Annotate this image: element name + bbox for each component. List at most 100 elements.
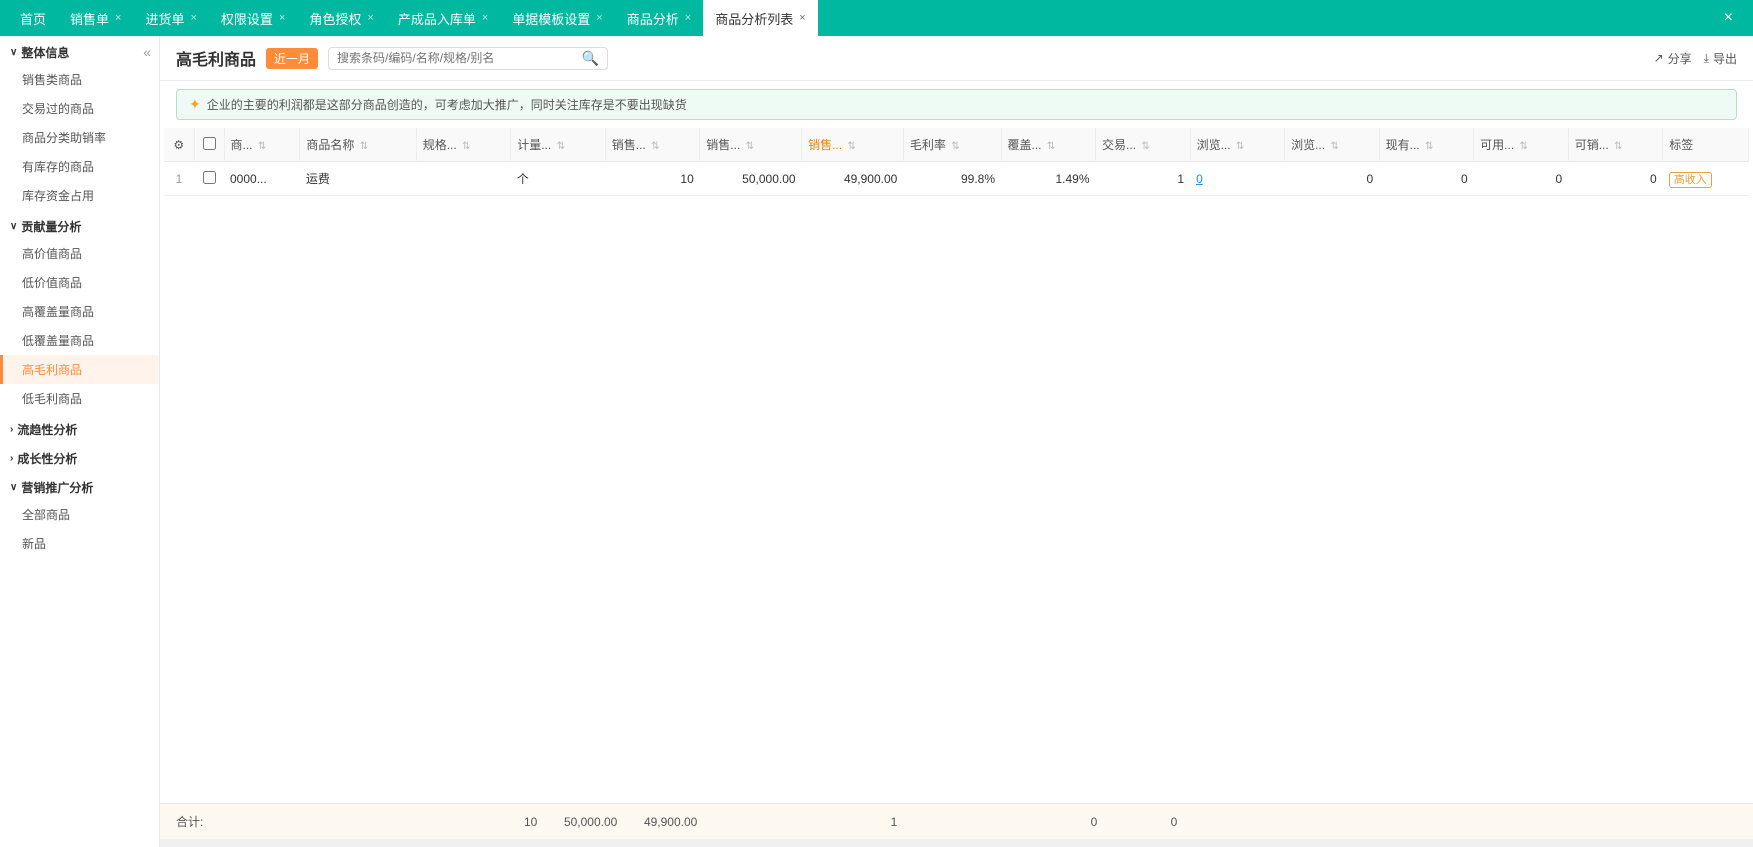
sidebar-collapse-button[interactable]: « — [143, 44, 151, 60]
sidebar-group-overall[interactable]: ∨ 整体信息 — [0, 36, 159, 65]
close-icon[interactable]: × — [685, 12, 691, 24]
row-gross-rate: 99.8% — [903, 162, 1001, 196]
close-icon[interactable]: × — [482, 12, 488, 24]
sidebar-group-trend[interactable]: › 流趋性分析 — [0, 413, 159, 442]
footer-label: 合计: — [176, 813, 203, 830]
nav-product-analysis-list[interactable]: 商品分析列表 × — [703, 0, 817, 36]
row-sellable: 0 — [1568, 162, 1663, 196]
row-name: 运费 — [300, 162, 416, 196]
row-checkbox — [194, 162, 224, 196]
row-sales-qty: 10 — [605, 162, 700, 196]
col-code[interactable]: 商... ⇅ — [224, 128, 300, 162]
nav-template-settings[interactable]: 单据模板设置 × — [500, 0, 614, 36]
horizontal-scrollbar[interactable] — [160, 839, 1753, 847]
sidebar-item-new-goods[interactable]: 新品 — [0, 529, 159, 558]
row-tag: 高收入 — [1663, 162, 1749, 196]
col-stock[interactable]: 现有... ⇅ — [1379, 128, 1474, 162]
col-name[interactable]: 商品名称 ⇅ — [300, 128, 416, 162]
content-header: 高毛利商品 近一月 🔍 ↗ 分享 ⤓ 导出 — [160, 36, 1753, 81]
row-coverage: 1.49% — [1001, 162, 1096, 196]
col-tag[interactable]: 标签 — [1663, 128, 1749, 162]
col-transactions[interactable]: 交易... ⇅ — [1096, 128, 1191, 162]
col-browse-a[interactable]: 浏览... ⇅ — [1190, 128, 1285, 162]
col-browse-b[interactable]: 浏览... ⇅ — [1285, 128, 1380, 162]
nav-purchase-order[interactable]: 进货单 × — [133, 0, 208, 36]
col-available[interactable]: 可用... ⇅ — [1474, 128, 1569, 162]
sidebar-item-high-coverage[interactable]: 高覆盖量商品 — [0, 297, 159, 326]
row-sales-amt: 50,000.00 — [700, 162, 802, 196]
table-header-row: ⚙ 商... ⇅ 商品名称 ⇅ 规格... ⇅ 计量... ⇅ 销售... ⇅ … — [164, 128, 1749, 162]
row-select-checkbox[interactable] — [203, 171, 216, 184]
search-icon[interactable]: 🔍 — [582, 50, 599, 67]
sidebar-item-traded-goods[interactable]: 交易过的商品 — [0, 94, 159, 123]
row-num: 1 — [164, 162, 194, 196]
row-available: 0 — [1474, 162, 1569, 196]
sidebar-item-high-value[interactable]: 高价值商品 — [0, 239, 159, 268]
select-all-checkbox[interactable] — [203, 137, 216, 150]
sidebar-group-growth[interactable]: › 成长性分析 — [0, 442, 159, 471]
export-button[interactable]: ⤓ 导出 — [1704, 50, 1737, 67]
time-filter-button[interactable]: 近一月 — [266, 48, 318, 69]
arrow-collapsed-icon: › — [10, 453, 13, 464]
footer-available: 0 — [1103, 815, 1183, 829]
row-browse-b: 0 — [1285, 162, 1380, 196]
search-input[interactable] — [337, 51, 582, 65]
sidebar-item-category-assist[interactable]: 商品分类助销率 — [0, 123, 159, 152]
sidebar-item-sales-goods[interactable]: 销售类商品 — [0, 65, 159, 94]
nav-role-auth[interactable]: 角色授权 × — [297, 0, 385, 36]
arrow-icon: ∨ — [10, 482, 17, 493]
export-icon: ⤓ — [1704, 51, 1709, 66]
col-spec[interactable]: 规格... ⇅ — [416, 128, 511, 162]
content-area: 高毛利商品 近一月 🔍 ↗ 分享 ⤓ 导出 ✦ 企业的主要的利润都是这部分商品创… — [160, 36, 1753, 847]
table-row: 1 0000... 运费 个 10 50,000.00 49,900.00 99… — [164, 162, 1749, 196]
col-settings[interactable]: ⚙ — [164, 128, 194, 162]
table-footer: 合计: 10 50,000.00 49,900.00 1 0 0 — [160, 803, 1753, 839]
row-browse-a[interactable]: 0 — [1190, 162, 1285, 196]
sidebar-item-low-margin[interactable]: 低毛利商品 — [0, 384, 159, 413]
row-sales-profit: 49,900.00 — [802, 162, 904, 196]
col-unit[interactable]: 计量... ⇅ — [511, 128, 606, 162]
sidebar-group-contribution[interactable]: ∨ 贡献量分析 — [0, 210, 159, 239]
product-table: ⚙ 商... ⇅ 商品名称 ⇅ 规格... ⇅ 计量... ⇅ 销售... ⇅ … — [164, 128, 1749, 196]
col-sales-amt[interactable]: 销售... ⇅ — [700, 128, 802, 162]
close-icon[interactable]: × — [279, 12, 285, 24]
sidebar-item-low-coverage[interactable]: 低覆盖量商品 — [0, 326, 159, 355]
close-icon[interactable]: × — [190, 12, 196, 24]
sidebar-item-all-goods[interactable]: 全部商品 — [0, 500, 159, 529]
sidebar-item-stock-goods[interactable]: 有库存的商品 — [0, 152, 159, 181]
search-box: 🔍 — [328, 47, 608, 70]
close-icon[interactable]: × — [596, 12, 602, 24]
row-code: 0000... — [224, 162, 300, 196]
col-gross-rate[interactable]: 毛利率 ⇅ — [903, 128, 1001, 162]
close-icon[interactable]: × — [367, 12, 373, 24]
arrow-collapsed-icon: › — [10, 424, 13, 435]
row-stock: 0 — [1379, 162, 1474, 196]
nav-permission-settings[interactable]: 权限设置 × — [209, 0, 297, 36]
footer-stock: 0 — [1023, 815, 1103, 829]
window-close-button[interactable]: × — [1712, 9, 1745, 27]
nav-product-storage[interactable]: 产成品入库单 × — [386, 0, 500, 36]
col-coverage[interactable]: 覆盖... ⇅ — [1001, 128, 1096, 162]
share-icon: ↗ — [1654, 51, 1664, 65]
sidebar-group-marketing[interactable]: ∨ 营销推广分析 — [0, 471, 159, 500]
sidebar: « ∨ 整体信息 销售类商品 交易过的商品 商品分类助销率 有库存的商品 库存资… — [0, 36, 160, 847]
col-sales-qty[interactable]: 销售... ⇅ — [605, 128, 700, 162]
footer-sales-qty: 10 — [483, 815, 543, 829]
sidebar-item-high-margin[interactable]: 高毛利商品 — [0, 355, 159, 384]
col-checkbox — [194, 128, 224, 162]
footer-sales-profit: 49,900.00 — [623, 815, 703, 829]
table-container: ⚙ 商... ⇅ 商品名称 ⇅ 规格... ⇅ 计量... ⇅ 销售... ⇅ … — [160, 128, 1753, 803]
page-title: 高毛利商品 — [176, 46, 256, 70]
close-icon[interactable]: × — [799, 12, 805, 24]
nav-sales-order[interactable]: 销售单 × — [58, 0, 133, 36]
nav-home[interactable]: 首页 — [8, 0, 58, 36]
arrow-icon: ∨ — [10, 221, 17, 232]
nav-product-analysis[interactable]: 商品分析 × — [615, 0, 703, 36]
share-button[interactable]: ↗ 分享 — [1654, 50, 1692, 67]
sidebar-item-stock-capital[interactable]: 库存资金占用 — [0, 181, 159, 210]
close-icon[interactable]: × — [115, 12, 121, 24]
col-sales-profit[interactable]: 销售... ⇅ — [802, 128, 904, 162]
sidebar-item-low-value[interactable]: 低价值商品 — [0, 268, 159, 297]
row-transactions: 1 — [1096, 162, 1191, 196]
col-sellable[interactable]: 可销... ⇅ — [1568, 128, 1663, 162]
